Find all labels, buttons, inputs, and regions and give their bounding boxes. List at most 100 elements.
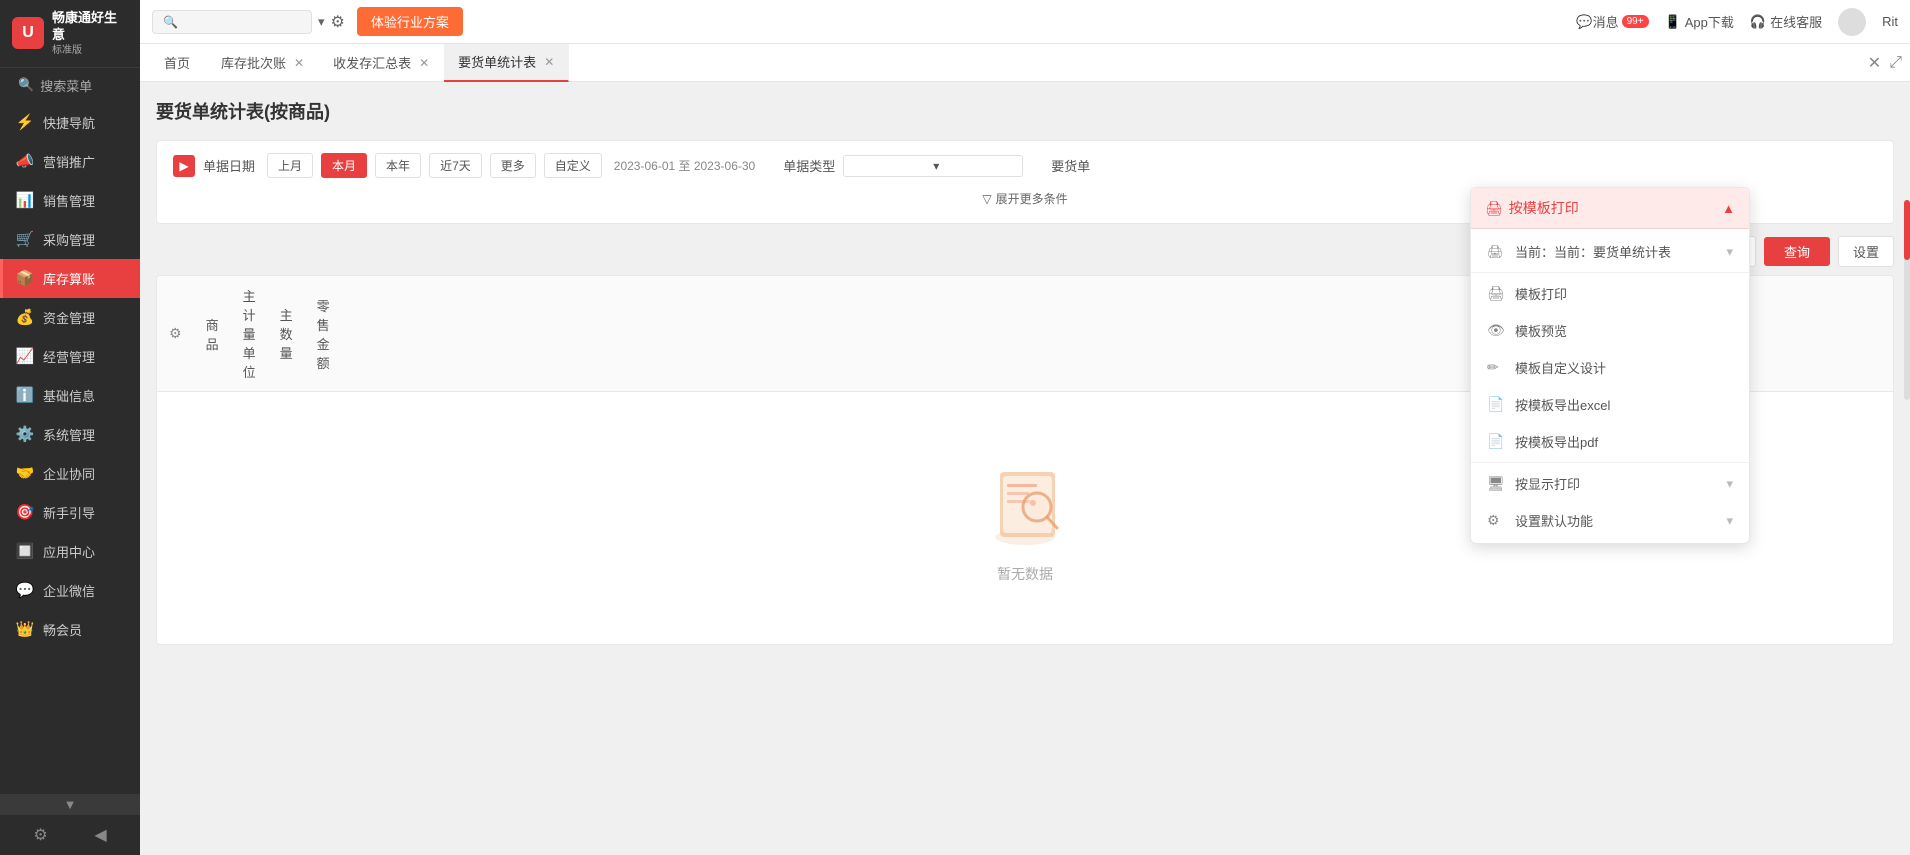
collapse-footer-icon[interactable]: ◀ xyxy=(94,825,106,845)
tab-home[interactable]: 首页 xyxy=(148,44,207,82)
current-template-label: 当前：当前：要货单统计表 xyxy=(1515,242,1726,261)
sidebar-item-label: 采购管理 xyxy=(43,230,95,249)
date-btn-7days[interactable]: 近7天 xyxy=(429,153,482,178)
app-download-icon: 📱 xyxy=(1665,14,1681,30)
sidebar-item-quicknav[interactable]: ⚡ 快捷导航 xyxy=(0,103,140,142)
type-filter-select[interactable]: ▾ xyxy=(843,155,1023,177)
sidebar-item-wechat[interactable]: 💬 企业微信 xyxy=(0,571,140,610)
table-header-settings[interactable]: ⚙ xyxy=(157,276,194,392)
print-dropdown-menu: 🖨 按模板打印 ▲ 🖨 当前：当前：要货单统计表 ▾ 🖨 模板打印 xyxy=(1470,187,1750,544)
sidebar-item-inventory[interactable]: 📦 库存算账 xyxy=(0,259,140,298)
dropdown-item-excel[interactable]: 📄 按模板导出excel xyxy=(1471,386,1749,423)
finance-icon: 💰 xyxy=(15,308,35,326)
date-btn-thismonth[interactable]: 本月 xyxy=(321,153,367,178)
date-btn-custom[interactable]: 自定义 xyxy=(544,153,602,178)
tab-inventory-batch[interactable]: 库存批次账 ✕ xyxy=(207,44,319,82)
tab-close-order-stats[interactable]: ✕ xyxy=(544,55,554,69)
main-content: 🔍 ▾ ⚙ 体验行业方案 💬 消息 99+ 📱 App下载 🎧 在线客服 Rit xyxy=(140,0,1910,855)
page-title: 要货单统计表(按商品) xyxy=(156,98,1894,124)
sidebar-item-marketing[interactable]: 📣 营销推广 xyxy=(0,142,140,181)
settings-btn[interactable]: 设置 xyxy=(1838,236,1894,267)
sidebar-item-label: 销售管理 xyxy=(43,191,95,210)
sidebar-item-label: 经营管理 xyxy=(43,347,95,366)
page-scrollbar[interactable] xyxy=(1904,200,1910,400)
date-btn-thisyear[interactable]: 本年 xyxy=(375,153,421,178)
dropdown-printer-icon: 🖨 xyxy=(1485,200,1503,217)
tab-close-receive-summary[interactable]: ✕ xyxy=(419,56,429,70)
dropdown-current-template[interactable]: 🖨 当前：当前：要货单统计表 ▾ xyxy=(1471,233,1749,270)
sidebar-item-basic-info[interactable]: ℹ️ 基础信息 xyxy=(0,376,140,415)
tab-close-all-icon[interactable]: ✕ xyxy=(1868,53,1881,73)
item-setdefault-icon: ⚙ xyxy=(1487,512,1505,529)
topbar-message[interactable]: 💬 消息 99+ xyxy=(1576,12,1648,31)
dropdown-item-preview[interactable]: 👁 模板预览 xyxy=(1471,312,1749,349)
sidebar-scroll-down[interactable]: ▼ xyxy=(0,794,140,814)
sidebar-item-label: 搜索菜单 xyxy=(40,76,92,95)
filter-row-1: ▶ 单据日期 上月 本月 本年 近7天 更多 自定义 2023-06-01 至 … xyxy=(173,153,1877,178)
sidebar-nav: ⚡ 快捷导航 📣 营销推广 📊 销售管理 🛒 采购管理 📦 库存算账 💰 资金管… xyxy=(0,103,140,794)
expand-more-btn[interactable]: ▽ 展开更多条件 xyxy=(966,186,1083,211)
settings-footer-icon[interactable]: ⚙ xyxy=(33,825,47,845)
tab-maximize-icon[interactable]: ⤢ xyxy=(1889,54,1902,72)
filter-expand-icon[interactable]: ▶ xyxy=(173,155,195,177)
date-range-text: 2023-06-01 至 2023-06-30 xyxy=(614,157,755,174)
sidebar-item-member[interactable]: 👑 畅会员 xyxy=(0,610,140,649)
table-settings-icon[interactable]: ⚙ xyxy=(169,325,182,341)
app-logo-icon: U xyxy=(12,17,44,49)
date-btn-lastmonth[interactable]: 上月 xyxy=(267,153,313,178)
date-btn-more[interactable]: 更多 xyxy=(490,153,536,178)
tab-order-stats[interactable]: 要货单统计表 ✕ xyxy=(444,44,569,82)
sidebar-logo: U 畅康通好生意 标准版 xyxy=(0,0,140,68)
sidebar-item-appcenter[interactable]: 🔲 应用中心 xyxy=(0,532,140,571)
dropdown-up-arrow-icon[interactable]: ▲ xyxy=(1722,201,1735,216)
item-label: 按模板导出pdf xyxy=(1515,432,1598,451)
sidebar-item-system[interactable]: ⚙️ 系统管理 xyxy=(0,415,140,454)
item-preview-icon: 👁 xyxy=(1487,322,1505,339)
empty-text: 暂无数据 xyxy=(997,564,1053,584)
topbar-app-download[interactable]: 📱 App下载 xyxy=(1665,12,1734,31)
dropdown-item-design[interactable]: ✏ 模板自定义设计 xyxy=(1471,349,1749,386)
sidebar-item-search[interactable]: 🔍 搜索菜单 xyxy=(0,68,140,103)
tab-close-inventory-batch[interactable]: ✕ xyxy=(294,56,304,70)
system-icon: ⚙️ xyxy=(15,425,35,443)
item-label: 模板自定义设计 xyxy=(1515,358,1606,377)
app-edition: 标准版 xyxy=(52,44,128,57)
sidebar-item-label: 企业协同 xyxy=(43,464,95,483)
query-btn[interactable]: 查询 xyxy=(1764,237,1830,266)
item-label: 模板打印 xyxy=(1515,284,1567,303)
dropdown-header: 🖨 按模板打印 ▲ xyxy=(1471,188,1749,229)
topbar-online-service[interactable]: 🎧 在线客服 xyxy=(1750,12,1822,31)
current-icon: 🖨 xyxy=(1487,244,1505,260)
topbar-search-box[interactable]: 🔍 xyxy=(152,10,312,34)
sidebar-item-collab[interactable]: 🤝 企业协同 xyxy=(0,454,140,493)
dropdown-item-print[interactable]: 🖨 模板打印 xyxy=(1471,275,1749,312)
topbar: 🔍 ▾ ⚙ 体验行业方案 💬 消息 99+ 📱 App下载 🎧 在线客服 Rit xyxy=(140,0,1910,44)
sidebar-item-finance[interactable]: 💰 资金管理 xyxy=(0,298,140,337)
sidebar-item-sales[interactable]: 📊 销售管理 xyxy=(0,181,140,220)
quicknav-icon: ⚡ xyxy=(15,113,35,131)
dropdown-divider-2 xyxy=(1471,462,1749,463)
item-pdf-icon: 📄 xyxy=(1487,433,1505,450)
dropdown-item-set-default[interactable]: ⚙ 设置默认功能 ▾ xyxy=(1471,502,1749,539)
tab-receive-summary[interactable]: 收发存汇总表 ✕ xyxy=(319,44,444,82)
tabs-bar-right: ✕ ⤢ xyxy=(1868,53,1902,73)
member-icon: 👑 xyxy=(15,620,35,638)
wechat-icon: 💬 xyxy=(15,581,35,599)
sidebar-item-label: 企业微信 xyxy=(43,581,95,600)
sidebar-item-purchase[interactable]: 🛒 采购管理 xyxy=(0,220,140,259)
trial-btn[interactable]: 体验行业方案 xyxy=(357,7,463,36)
topbar-gear-icon[interactable]: ⚙ xyxy=(331,12,345,32)
topbar-dropdown-btn[interactable]: ▾ xyxy=(318,14,325,30)
sidebar-item-newguide[interactable]: 🎯 新手引导 xyxy=(0,493,140,532)
sidebar-footer: ⚙ ◀ xyxy=(0,814,140,855)
app-download-label: App下载 xyxy=(1685,12,1734,31)
sidebar-item-label: 畅会员 xyxy=(43,620,82,639)
sidebar-item-operations[interactable]: 📈 经营管理 xyxy=(0,337,140,376)
sidebar-item-label: 资金管理 xyxy=(43,308,95,327)
dropdown-item-display-print[interactable]: 🖥 按显示打印 ▾ xyxy=(1471,465,1749,502)
display-arrow-icon: ▾ xyxy=(1726,476,1733,492)
dropdown-item-pdf[interactable]: 📄 按模板导出pdf xyxy=(1471,423,1749,460)
scrollbar-thumb[interactable] xyxy=(1904,200,1910,260)
msg-icon: 💬 xyxy=(1576,14,1592,30)
topbar-search-icon: 🔍 xyxy=(163,15,178,29)
